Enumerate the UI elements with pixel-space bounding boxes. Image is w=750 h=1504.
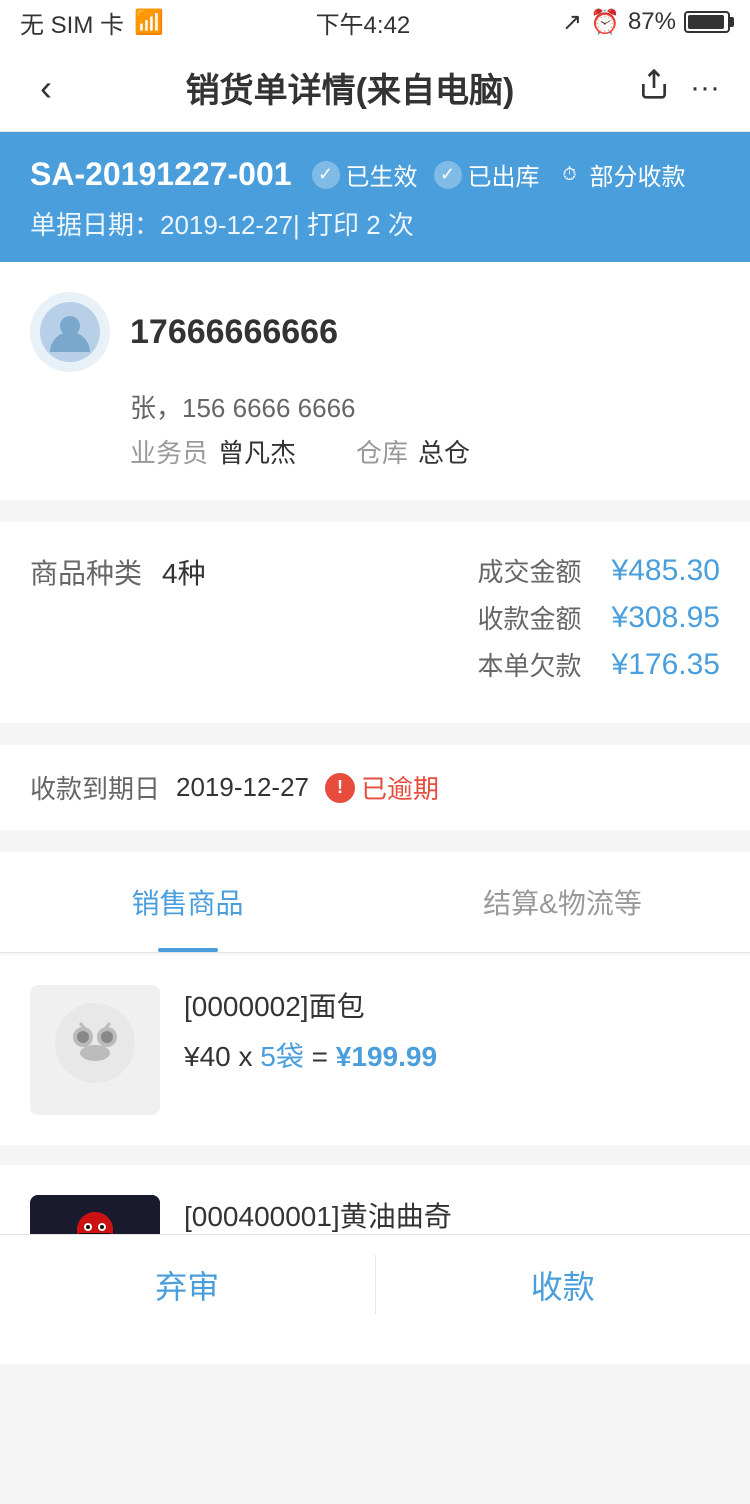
order-date-value: 2019-12-27	[160, 210, 293, 240]
order-header: SA-20191227-001 ✓ 已生效 ✓ 已出库 ⏱ 部分收款 单据日期：…	[0, 132, 750, 262]
back-button[interactable]: ‹	[30, 57, 62, 119]
due-label: 收款到期日	[30, 769, 160, 806]
overdue-badge: ! 已逾期	[325, 769, 439, 806]
deal-amount: ¥485.30	[612, 554, 720, 588]
stats-amounts: 成交金额 ¥485.30 收款金额 ¥308.95 本单欠款 ¥176.35	[478, 552, 720, 693]
order-badges: ✓ 已生效 ✓ 已出库 ⏱ 部分收款	[312, 157, 686, 192]
battery-fill	[688, 15, 724, 29]
product-name-1: [0000002]面包	[184, 985, 720, 1025]
status-left: 无 SIM 卡 📶	[20, 5, 164, 40]
deal-row: 成交金额 ¥485.30	[478, 552, 720, 589]
battery-icon	[684, 11, 730, 33]
bottom-bar: 弃审 收款	[0, 1234, 750, 1334]
check-icon: ✓	[312, 161, 340, 189]
warehouse-label: 仓库	[356, 433, 408, 470]
tabs-section: 销售商品 结算&物流等	[0, 852, 750, 953]
badge-shipped-label: 已出库	[468, 157, 540, 192]
badge-effective: ✓ 已生效	[312, 157, 418, 192]
overdue-text: 已逾期	[361, 769, 439, 806]
alarm-icon: ⏰	[590, 8, 620, 37]
deal-label: 成交金额	[478, 552, 582, 589]
nav-bar: ‹ 销货单详情(来自电脑) ···	[0, 44, 750, 132]
user-avatar-icon	[40, 302, 100, 362]
separator-1	[0, 502, 750, 522]
received-row: 收款金额 ¥308.95	[478, 599, 720, 636]
overdue-icon: !	[325, 773, 355, 803]
warehouse-info: 仓库 总仓	[356, 433, 470, 470]
product-info-1: [0000002]面包 ¥40 x 5袋 = ¥199.99	[184, 985, 720, 1075]
debt-row: 本单欠款 ¥176.35	[478, 646, 720, 683]
stats-section: 商品种类 4种 成交金额 ¥485.30 收款金额 ¥308.95 本单欠款 ¥…	[0, 522, 750, 723]
status-bar: 无 SIM 卡 📶 下午4:42 ↗ ⏰ 87%	[0, 0, 750, 44]
tab-settlement[interactable]: 结算&物流等	[375, 852, 750, 952]
category-label: 商品种类	[30, 552, 142, 592]
tab-sales-label: 销售商品	[131, 888, 243, 919]
received-label: 收款金额	[478, 599, 582, 636]
sales-label: 业务员	[130, 433, 208, 470]
owl-icon	[45, 993, 145, 1107]
due-date: 2019-12-27	[176, 772, 309, 803]
collect-payment-button[interactable]: 收款	[376, 1235, 750, 1334]
product-price-1: ¥40 x 5袋 = ¥199.99	[184, 1035, 720, 1075]
sales-name: 曾凡杰	[218, 433, 296, 470]
customer-phone: 17666666666	[130, 313, 338, 352]
stats-category: 商品种类 4种	[30, 552, 206, 592]
order-print-info: | 打印 2 次	[293, 210, 414, 240]
abandon-review-button[interactable]: 弃审	[0, 1235, 375, 1334]
clock-icon: ⏱	[556, 161, 584, 189]
more-button[interactable]: ···	[690, 71, 720, 105]
debt-label: 本单欠款	[478, 646, 582, 683]
debt-amount: ¥176.35	[612, 648, 720, 682]
sales-info: 业务员 曾凡杰	[130, 433, 296, 470]
price-x-1: x	[239, 1041, 261, 1072]
wifi-icon: 📶	[134, 8, 164, 37]
share-button[interactable]	[638, 68, 670, 108]
badge-effective-label: 已生效	[346, 157, 418, 192]
badge-partial-label: 部分收款	[590, 157, 686, 192]
warehouse-name: 总仓	[418, 433, 470, 470]
collect-payment-label: 收款	[531, 1262, 595, 1308]
status-right: ↗ ⏰ 87%	[562, 8, 730, 37]
product-thumbnail-1	[30, 985, 160, 1115]
customer-contact: 张，156 6666 6666	[130, 388, 720, 425]
tab-sales[interactable]: 销售商品	[0, 852, 375, 952]
category-value: 4种	[162, 552, 206, 592]
customer-top: 17666666666	[30, 292, 720, 372]
battery-percent: 87%	[628, 8, 676, 36]
abandon-review-label: 弃审	[155, 1262, 219, 1308]
price-qty-1: 5袋	[260, 1041, 304, 1072]
customer-meta: 业务员 曾凡杰 仓库 总仓	[130, 433, 720, 470]
price-eq-1: =	[312, 1041, 336, 1072]
avatar	[30, 292, 110, 372]
page-title: 销货单详情(来自电脑)	[186, 63, 515, 112]
badge-shipped: ✓ 已出库	[434, 157, 540, 192]
tabs: 销售商品 结算&物流等	[0, 852, 750, 953]
list-item: [0000002]面包 ¥40 x 5袋 = ¥199.99	[0, 955, 750, 1145]
order-date-label: 单据日期：	[30, 210, 160, 240]
tab-settlement-label: 结算&物流等	[483, 888, 642, 919]
badge-partial: ⏱ 部分收款	[556, 157, 686, 192]
price-unit-1: ¥40	[184, 1041, 231, 1072]
order-date: 单据日期：2019-12-27| 打印 2 次	[30, 205, 720, 242]
separator-3	[0, 832, 750, 852]
received-amount: ¥308.95	[612, 601, 720, 635]
carrier-text: 无 SIM 卡	[20, 5, 124, 40]
price-total-1: ¥199.99	[336, 1041, 437, 1072]
customer-section: 17666666666 张，156 6666 6666 业务员 曾凡杰 仓库 总…	[0, 262, 750, 500]
separator-2	[0, 725, 750, 745]
order-id: SA-20191227-001	[30, 156, 292, 193]
nav-actions: ···	[638, 68, 720, 108]
check-icon-2: ✓	[434, 161, 462, 189]
location-icon: ↗	[562, 8, 582, 37]
status-time: 下午4:42	[316, 5, 411, 40]
due-section: 收款到期日 2019-12-27 ! 已逾期	[0, 745, 750, 830]
bottom-spacer	[0, 1384, 750, 1504]
order-header-top: SA-20191227-001 ✓ 已生效 ✓ 已出库 ⏱ 部分收款	[30, 156, 720, 193]
product-name-2: [000400001]黄油曲奇	[184, 1195, 720, 1235]
